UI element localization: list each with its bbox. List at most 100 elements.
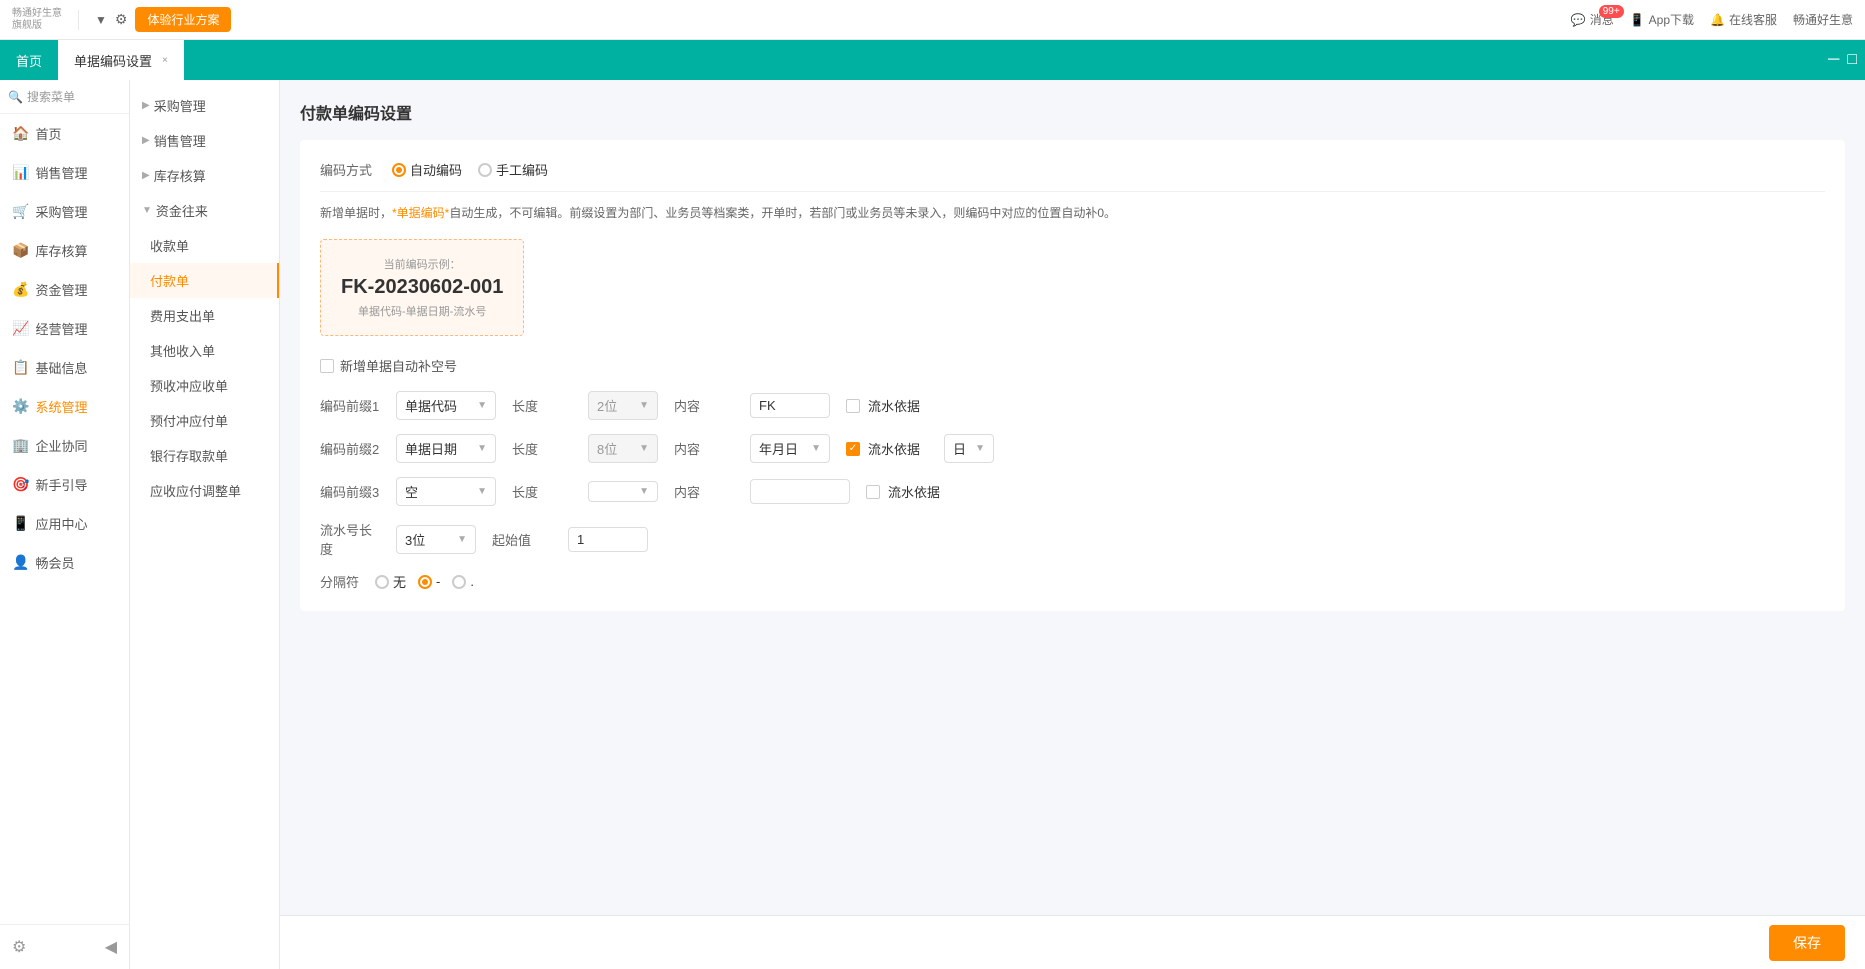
sep-none-dot bbox=[375, 575, 389, 589]
inventory-icon: 📦 bbox=[12, 242, 29, 259]
nav-header-inventory[interactable]: ▶ 库存核算 bbox=[130, 158, 279, 193]
nav-group-sales: ▶ 销售管理 bbox=[130, 123, 279, 158]
content2-select[interactable]: 年月日 ▼ bbox=[750, 434, 830, 463]
settings-gear-icon[interactable]: ⚙ bbox=[115, 11, 128, 28]
tab-minimize-icon[interactable]: ─ bbox=[1828, 51, 1839, 69]
serial3-group: 流水依据 bbox=[866, 482, 940, 501]
prefix3-row: 编码前缀3 空 ▼ 长度 ▼ 内容 流水依据 bbox=[320, 477, 1825, 506]
nav-header-sales[interactable]: ▶ 销售管理 bbox=[130, 123, 279, 158]
encoding-radio-group: 自动编码 手工编码 bbox=[392, 160, 548, 179]
sidebar-search[interactable]: 🔍 搜索菜单 bbox=[0, 80, 129, 114]
prefix1-arrow-icon: ▼ bbox=[477, 400, 487, 411]
system-icon: ⚙️ bbox=[12, 398, 29, 415]
length1-select[interactable]: 2位 ▼ bbox=[588, 391, 658, 420]
serial-length-arrow-icon: ▼ bbox=[457, 534, 467, 545]
sidebar-collapse-icon[interactable]: ◀ bbox=[105, 937, 117, 957]
tab-bar-actions: ─ □ bbox=[1828, 51, 1865, 69]
bottom-bar: 保存 bbox=[280, 915, 1865, 969]
user-menu[interactable]: 畅通好生意 bbox=[1793, 11, 1853, 28]
prefix2-select[interactable]: 单据日期 ▼ bbox=[396, 434, 496, 463]
sidebar-item-home[interactable]: 🏠 首页 bbox=[0, 114, 129, 153]
sidebar-item-enterprise[interactable]: 🏢 企业协同 bbox=[0, 426, 129, 465]
page-title: 付款单编码设置 bbox=[300, 100, 1845, 124]
member-icon: 👤 bbox=[12, 554, 29, 571]
sidebar-item-operation[interactable]: 📈 经营管理 bbox=[0, 309, 129, 348]
manual-encode-radio[interactable]: 手工编码 bbox=[478, 160, 548, 179]
serial2-group: 流水依据 bbox=[846, 439, 920, 458]
bottom-settings-icon[interactable]: ⚙ bbox=[12, 937, 26, 957]
sidebar-item-basic[interactable]: 📋 基础信息 bbox=[0, 348, 129, 387]
finance-icon: 💰 bbox=[12, 281, 29, 298]
nav-item-prepay-recv[interactable]: 预收冲应收单 bbox=[130, 368, 279, 403]
nav-item-adjust[interactable]: 应收应付调整单 bbox=[130, 473, 279, 508]
online-service-button[interactable]: 🔔 在线客服 bbox=[1710, 11, 1777, 28]
sep-dot-option[interactable]: . bbox=[452, 574, 474, 589]
serial1-checkbox[interactable] bbox=[846, 399, 860, 413]
sidebar-item-system[interactable]: ⚙️ 系统管理 bbox=[0, 387, 129, 426]
nav-header-purchase[interactable]: ▶ 采购管理 bbox=[130, 88, 279, 123]
nav-group-purchase: ▶ 采购管理 bbox=[130, 88, 279, 123]
nav-item-receipt[interactable]: 收款单 bbox=[130, 228, 279, 263]
preview-structure: 单据代码-单据日期-流水号 bbox=[341, 303, 503, 319]
sep-none-option[interactable]: 无 bbox=[375, 572, 406, 591]
auto-fill-checkbox-row: 新增单据自动补空号 bbox=[320, 356, 1825, 375]
start-value-label: 起始值 bbox=[492, 530, 552, 549]
sidebar-item-purchase[interactable]: 🛒 采购管理 bbox=[0, 192, 129, 231]
sidebar-item-guide[interactable]: 🎯 新手引导 bbox=[0, 465, 129, 504]
separator-options: 无 - . bbox=[375, 572, 474, 591]
sidebar-item-appstore[interactable]: 📱 应用中心 bbox=[0, 504, 129, 543]
length3-label: 长度 bbox=[512, 482, 572, 501]
serial2-period-arrow-icon: ▼ bbox=[975, 443, 985, 454]
save-button[interactable]: 保存 bbox=[1769, 925, 1845, 961]
tab-close-icon[interactable]: × bbox=[162, 55, 168, 66]
prefix1-row: 编码前缀1 单据代码 ▼ 长度 2位 ▼ 内容 流水依据 bbox=[320, 391, 1825, 420]
serial2-checkbox[interactable] bbox=[846, 442, 860, 456]
sidebar-item-finance[interactable]: 💰 资金管理 bbox=[0, 270, 129, 309]
nav-item-bank[interactable]: 银行存取款单 bbox=[130, 438, 279, 473]
enterprise-icon: 🏢 bbox=[12, 437, 29, 454]
tab-maximize-icon[interactable]: □ bbox=[1847, 51, 1857, 69]
cta-button[interactable]: 体验行业方案 bbox=[135, 7, 231, 32]
length2-arrow-icon: ▼ bbox=[639, 443, 649, 454]
top-bar-right: 💬 消息 99+ 📱 App下载 🔔 在线客服 畅通好生意 bbox=[1571, 11, 1853, 28]
auto-fill-checkbox[interactable] bbox=[320, 359, 334, 373]
guide-icon: 🎯 bbox=[12, 476, 29, 493]
tab-voucher-code[interactable]: 单据编码设置 × bbox=[58, 40, 184, 80]
nav-item-expense[interactable]: 费用支出单 bbox=[130, 298, 279, 333]
sidebar-item-sales[interactable]: 📊 销售管理 bbox=[0, 153, 129, 192]
start-value-input[interactable] bbox=[568, 527, 648, 552]
operation-icon: 📈 bbox=[12, 320, 29, 337]
arrow-icon: ▶ bbox=[142, 170, 150, 181]
nav-item-payment[interactable]: 付款单 bbox=[130, 263, 279, 298]
nav-item-other-income[interactable]: 其他收入单 bbox=[130, 333, 279, 368]
nav-group-inventory: ▶ 库存核算 bbox=[130, 158, 279, 193]
sep-dash-option[interactable]: - bbox=[418, 574, 440, 589]
content1-input[interactable] bbox=[750, 393, 830, 418]
auto-encode-radio[interactable]: 自动编码 bbox=[392, 160, 462, 179]
prefix3-select[interactable]: 空 ▼ bbox=[396, 477, 496, 506]
length3-select[interactable]: ▼ bbox=[588, 481, 658, 502]
sidebar-item-inventory[interactable]: 📦 库存核算 bbox=[0, 231, 129, 270]
length2-select[interactable]: 8位 ▼ bbox=[588, 434, 658, 463]
nav-header-capital[interactable]: ▼ 资金往来 bbox=[130, 193, 279, 228]
serial-length-select[interactable]: 3位 ▼ bbox=[396, 525, 476, 554]
serial2-period-select[interactable]: 日 ▼ bbox=[944, 434, 994, 463]
arrow-icon: ▶ bbox=[142, 135, 150, 146]
message-badge: 99+ bbox=[1599, 5, 1624, 18]
sidebar-item-member[interactable]: 👤 畅会员 bbox=[0, 543, 129, 582]
top-bar-left: 畅通好生意 旗舰版 ▼ ⚙ 体验行业方案 bbox=[12, 7, 1563, 32]
tab-bar: 首页 单据编码设置 × ─ □ bbox=[0, 40, 1865, 80]
content-wrapper: 付款单编码设置 编码方式 自动编码 手工编码 bbox=[280, 80, 1865, 969]
prefix1-select[interactable]: 单据代码 ▼ bbox=[396, 391, 496, 420]
content3-input[interactable] bbox=[750, 479, 850, 504]
app-download-button[interactable]: 📱 App下载 bbox=[1630, 11, 1694, 28]
serial3-checkbox[interactable] bbox=[866, 485, 880, 499]
hint-text: 新增单据时，*单据编码*自动生成，不可编辑。前缀设置为部门、业务员等档案类，开单… bbox=[320, 204, 1825, 223]
nav-dropdown[interactable]: ▼ bbox=[95, 13, 107, 27]
sidebar: 🔍 搜索菜单 🏠 首页 📊 销售管理 🛒 采购管理 📦 库存核算 💰 资金管理 … bbox=[0, 80, 130, 969]
messages-button[interactable]: 💬 消息 99+ bbox=[1571, 11, 1614, 28]
service-icon: 🔔 bbox=[1710, 13, 1725, 27]
content-area: 付款单编码设置 编码方式 自动编码 手工编码 bbox=[280, 80, 1865, 915]
tab-home[interactable]: 首页 bbox=[0, 40, 58, 80]
nav-item-prepay-pay[interactable]: 预付冲应付单 bbox=[130, 403, 279, 438]
